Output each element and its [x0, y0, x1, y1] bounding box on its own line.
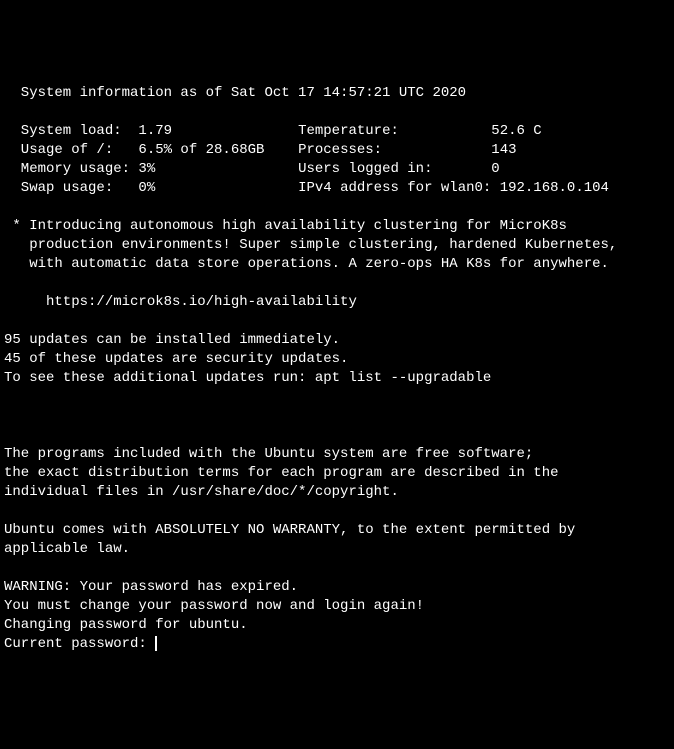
load-label: System load:: [4, 123, 138, 139]
mem-label: Memory usage:: [4, 161, 138, 177]
legal-line: Ubuntu comes with ABSOLUTELY NO WARRANTY…: [4, 522, 575, 538]
swap-value: 0%: [138, 180, 155, 196]
legal-line: the exact distribution terms for each pr…: [4, 465, 559, 481]
ip-value: 192.168.0.104: [500, 180, 609, 196]
cursor-icon[interactable]: [155, 636, 157, 651]
usage-label: Usage of /:: [4, 142, 138, 158]
terminal-output[interactable]: System information as of Sat Oct 17 14:5…: [4, 84, 670, 654]
swap-label: Swap usage:: [4, 180, 138, 196]
updates-line: 45 of these updates are security updates…: [4, 351, 348, 367]
usage-value: 6.5% of 28.68GB: [138, 142, 264, 158]
promo-line: production environments! Super simple cl…: [4, 237, 617, 253]
temp-label: Temperature:: [298, 123, 491, 139]
temp-value: 52.6 C: [491, 123, 541, 139]
promo-line: * Introducing autonomous high availabili…: [4, 218, 567, 234]
proc-label: Processes:: [298, 142, 491, 158]
users-value: 0: [491, 161, 499, 177]
password-changing: Changing password for ubuntu.: [4, 617, 248, 633]
promo-url: https://microk8s.io/high-availability: [4, 294, 357, 310]
mem-value: 3%: [138, 161, 155, 177]
updates-line: 95 updates can be installed immediately.: [4, 332, 340, 348]
password-prompt: Current password:: [4, 636, 155, 652]
sysinfo-header: System information as of Sat Oct 17 14:5…: [4, 85, 466, 101]
promo-line: with automatic data store operations. A …: [4, 256, 609, 272]
users-label: Users logged in:: [298, 161, 491, 177]
proc-value: 143: [491, 142, 516, 158]
ip-label: IPv4 address for wlan0:: [298, 180, 500, 196]
password-warning: WARNING: Your password has expired.: [4, 579, 298, 595]
legal-line: The programs included with the Ubuntu sy…: [4, 446, 533, 462]
password-warning: You must change your password now and lo…: [4, 598, 424, 614]
legal-line: individual files in /usr/share/doc/*/cop…: [4, 484, 399, 500]
updates-line: To see these additional updates run: apt…: [4, 370, 491, 386]
load-value: 1.79: [138, 123, 172, 139]
legal-line: applicable law.: [4, 541, 130, 557]
